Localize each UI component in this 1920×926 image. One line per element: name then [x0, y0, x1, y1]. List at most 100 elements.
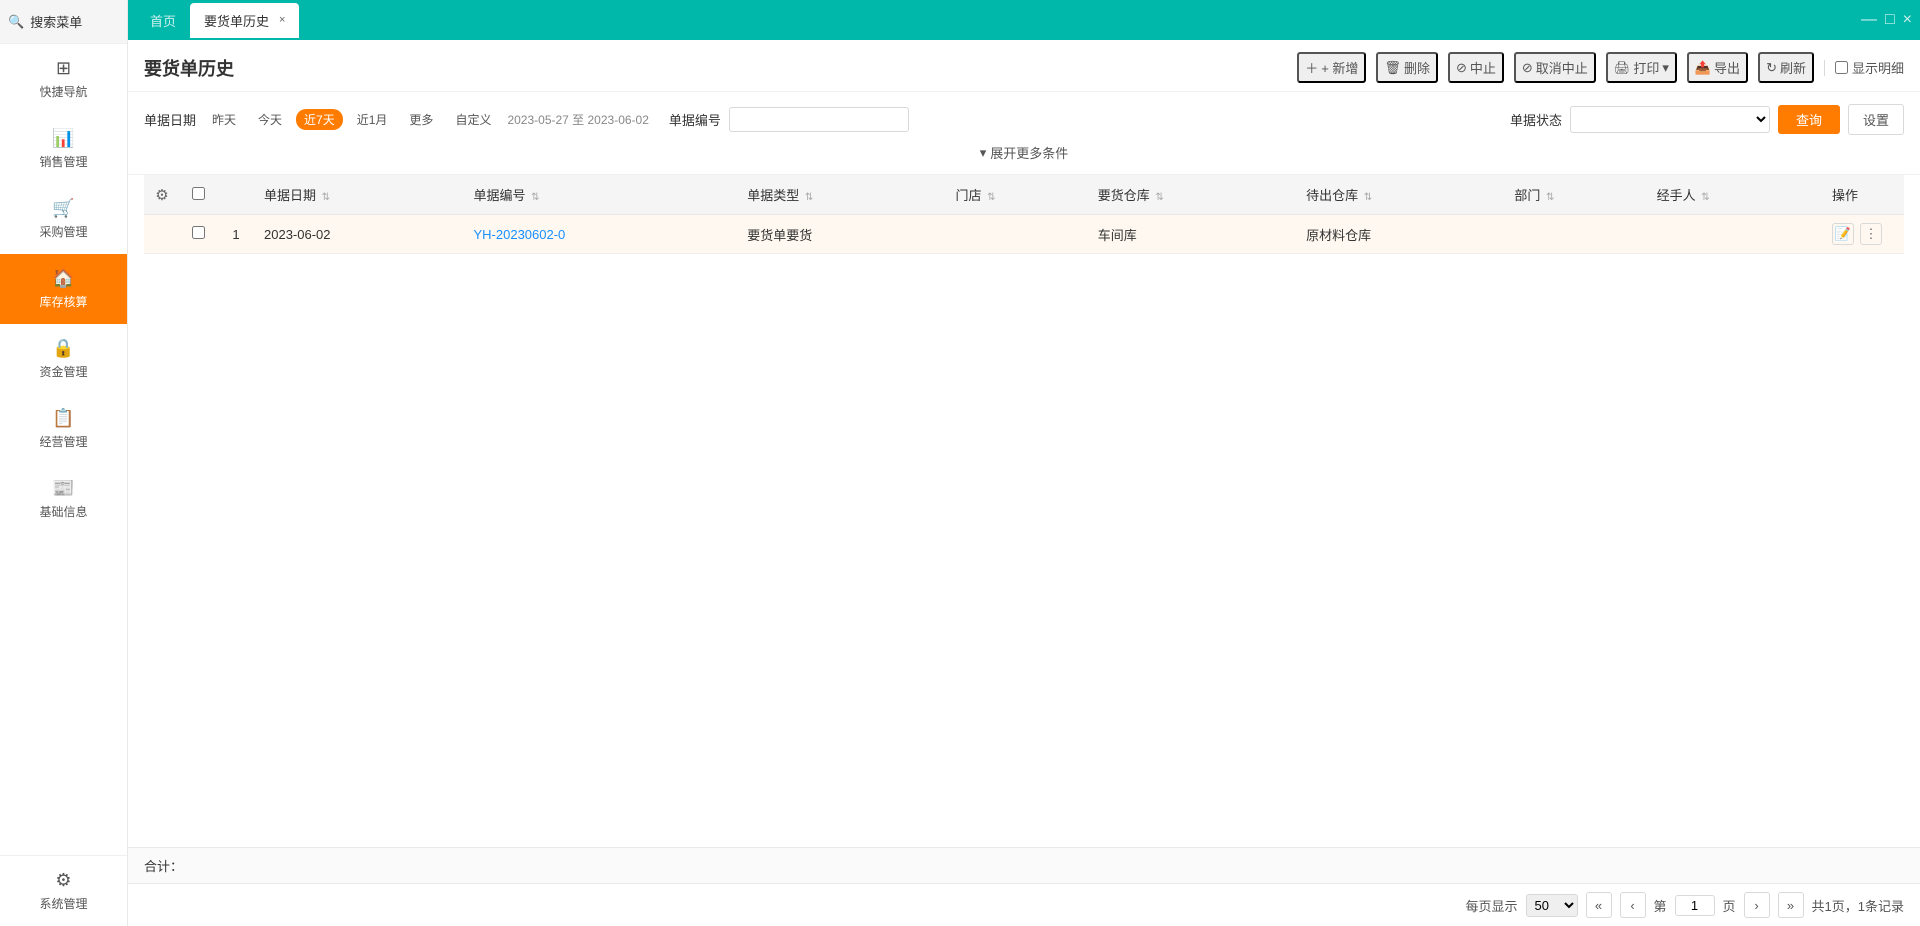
row-department-cell [1506, 215, 1648, 254]
export-icon: 📤 [1695, 60, 1711, 76]
tab-home-label: 首页 [150, 11, 176, 30]
date-btn-1month[interactable]: 近1月 [349, 109, 396, 130]
sum-label: 合计： [144, 859, 183, 874]
date-btn-custom[interactable]: 自定义 [447, 109, 499, 130]
page-number-input[interactable] [1675, 895, 1715, 916]
filter-area: 单据日期 昨天 今天 近7天 近1月 更多 自定义 2023-05-27 至 2… [128, 92, 1920, 175]
cancel-stop-label: 取消中止 [1536, 58, 1588, 77]
col-type-header[interactable]: 单据类型 ⇅ [739, 175, 947, 215]
delete-button[interactable]: 🗑 删除 [1376, 52, 1438, 83]
row-type-cell: 要货单要货 [739, 215, 947, 254]
row-date-cell: 2023-06-02 [256, 215, 465, 254]
department-sort-icon: ⇅ [1546, 192, 1554, 203]
tab-home[interactable]: 首页 [136, 3, 190, 38]
filter-row-1: 单据日期 昨天 今天 近7天 近1月 更多 自定义 2023-05-27 至 2… [144, 104, 1904, 135]
date-btn-yesterday[interactable]: 昨天 [204, 109, 244, 130]
tab-close-icon[interactable]: × [279, 14, 285, 26]
quick-nav-icon: ⊞ [56, 58, 71, 79]
stop-label: 中止 [1470, 58, 1496, 77]
sidebar-item-label: 系统管理 [39, 895, 87, 912]
row-store-cell [948, 215, 1090, 254]
pending-warehouse-sort-icon: ⇅ [1364, 192, 1372, 203]
stop-button[interactable]: ⊘ 中止 [1448, 52, 1504, 83]
sidebar-search[interactable]: 🔍 搜索菜单 [0, 0, 127, 44]
new-button[interactable]: ＋ + 新增 [1297, 52, 1366, 83]
sidebar-item-system[interactable]: ⚙ 系统管理 [0, 855, 127, 926]
refresh-label: 刷新 [1780, 58, 1806, 77]
col-department-header[interactable]: 部门 ⇅ [1506, 175, 1648, 215]
col-actions-header: 操作 [1824, 175, 1904, 215]
doc-number-input[interactable] [729, 107, 909, 132]
date-btn-more[interactable]: 更多 [401, 109, 441, 130]
table-area: ⚙ 单据日期 ⇅ 单据编号 [128, 175, 1920, 847]
header-actions: ＋ + 新增 🗑 删除 ⊘ 中止 ⊘ 取消中止 [1297, 52, 1904, 83]
col-number-header[interactable]: 单据编号 ⇅ [465, 175, 739, 215]
row-checkbox-cell [180, 215, 216, 254]
col-pending-warehouse-header[interactable]: 待出仓库 ⇅ [1298, 175, 1506, 215]
cancel-stop-button[interactable]: ⊘ 取消中止 [1514, 52, 1596, 83]
settings-button[interactable]: 设置 [1848, 104, 1904, 135]
new-label: + 新增 [1321, 58, 1358, 77]
prev-page-button[interactable]: ‹ [1620, 892, 1646, 918]
sidebar-item-label: 基础信息 [39, 503, 87, 520]
sidebar-item-finance[interactable]: 🔒 资金管理 [0, 324, 127, 394]
sidebar-item-basic[interactable]: 📰 基础信息 [0, 464, 127, 534]
basic-icon: 📰 [52, 478, 74, 499]
sales-icon: 📊 [52, 128, 74, 149]
last-page-button[interactable]: » [1778, 892, 1804, 918]
row-action-buttons: 📝 ⋮ [1832, 223, 1896, 245]
sidebar-item-label: 快捷导航 [39, 83, 87, 100]
finance-icon: 🔒 [52, 338, 74, 359]
export-label: 导出 [1714, 58, 1740, 77]
sidebar-item-inventory[interactable]: 🏠 库存核算 [0, 254, 127, 324]
sidebar-item-label: 销售管理 [39, 153, 87, 170]
expand-label: 展开更多条件 [990, 143, 1068, 162]
sidebar-item-label: 经营管理 [39, 433, 87, 450]
expand-more[interactable]: ▾ 展开更多条件 [144, 143, 1904, 162]
sidebar: 🔍 搜索菜单 ⊞ 快捷导航 📊 销售管理 🛒 采购管理 🏠 库存核算 🔒 资金管… [0, 0, 128, 926]
export-button[interactable]: 📤 导出 [1687, 52, 1748, 83]
display-detail-toggle[interactable]: 显示明细 [1835, 58, 1904, 77]
date-sort-icon: ⇅ [322, 192, 330, 203]
col-handler-header[interactable]: 经手人 ⇅ [1649, 175, 1824, 215]
sidebar-item-sales[interactable]: 📊 销售管理 [0, 114, 127, 184]
row-pending-warehouse-cell: 原材料仓库 [1298, 215, 1506, 254]
handler-sort-icon: ⇅ [1701, 192, 1709, 203]
sidebar-item-operations[interactable]: 📋 经营管理 [0, 394, 127, 464]
display-detail-checkbox[interactable] [1835, 61, 1848, 74]
date-btn-7days[interactable]: 近7天 [296, 109, 343, 130]
next-page-button[interactable]: › [1744, 892, 1770, 918]
row-number-link[interactable]: YH-20230602-0 [473, 227, 565, 242]
refresh-icon: ↻ [1766, 60, 1777, 76]
row-checkbox[interactable] [192, 226, 205, 239]
row-actions-cell: 📝 ⋮ [1824, 215, 1904, 254]
store-sort-icon: ⇅ [987, 192, 995, 203]
col-req-warehouse-header[interactable]: 要货仓库 ⇅ [1090, 175, 1298, 215]
print-label: 打印 [1633, 58, 1659, 77]
sidebar-item-purchase[interactable]: 🛒 采购管理 [0, 184, 127, 254]
window-close-icon[interactable]: × [1903, 11, 1912, 29]
table-settings-icon[interactable]: ⚙ [155, 187, 168, 204]
row-more-button[interactable]: ⋮ [1860, 223, 1882, 245]
main-content: 首页 要货单历史 × — □ × 要货单历史 ＋ + 新增 [128, 0, 1920, 926]
row-edit-button[interactable]: 📝 [1832, 223, 1854, 245]
tab-requisition-history[interactable]: 要货单历史 × [190, 3, 299, 38]
refresh-button[interactable]: ↻ 刷新 [1758, 52, 1814, 83]
doc-status-select[interactable] [1570, 106, 1770, 133]
doc-number-label: 单据编号 [669, 110, 721, 129]
print-button[interactable]: 🖨 打印 ▾ [1606, 52, 1677, 83]
system-icon: ⚙ [55, 870, 71, 891]
query-button[interactable]: 查询 [1778, 105, 1840, 134]
select-all-checkbox[interactable] [192, 187, 205, 200]
number-sort-icon: ⇅ [531, 192, 539, 203]
inventory-icon: 🏠 [52, 268, 74, 289]
page-size-select[interactable]: 50 10 20 100 [1526, 894, 1578, 917]
col-date-header[interactable]: 单据日期 ⇅ [256, 175, 465, 215]
window-minimize-icon[interactable]: — [1861, 11, 1877, 29]
window-maximize-icon[interactable]: □ [1885, 11, 1895, 29]
sidebar-item-quick-nav[interactable]: ⊞ 快捷导航 [0, 44, 127, 114]
date-btn-today[interactable]: 今天 [250, 109, 290, 130]
page-unit-label: 页 [1723, 896, 1736, 915]
col-store-header[interactable]: 门店 ⇅ [948, 175, 1090, 215]
first-page-button[interactable]: « [1586, 892, 1612, 918]
